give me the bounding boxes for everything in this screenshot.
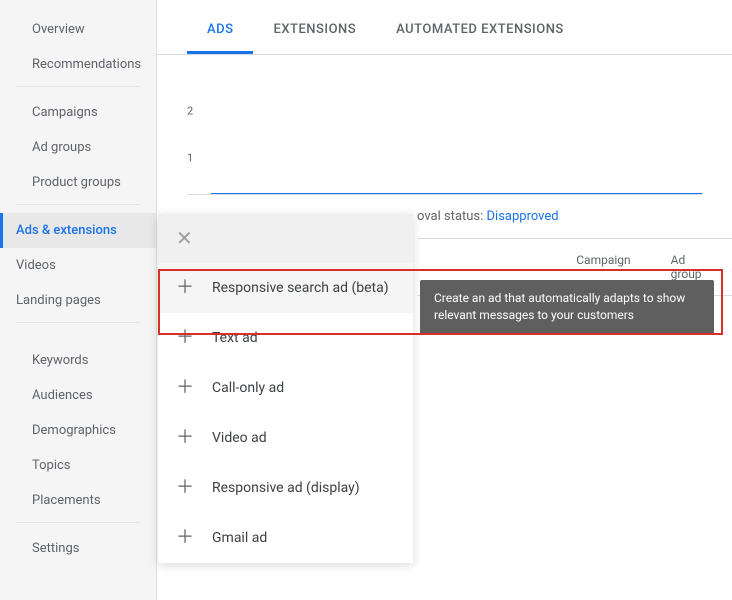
sidebar-item-ads-extensions[interactable]: Ads & extensions xyxy=(0,213,156,248)
sidebar-item-audiences[interactable]: Audiences xyxy=(16,378,140,413)
chart-ytick: 1 xyxy=(187,152,193,165)
sidebar-item-overview[interactable]: Overview xyxy=(16,12,140,47)
close-icon[interactable]: ✕ xyxy=(176,226,193,250)
sidebar-item-ad-groups[interactable]: Ad groups xyxy=(16,130,140,165)
menu-text-ad[interactable]: ＋ Text ad xyxy=(158,313,413,363)
plus-icon: ＋ xyxy=(176,429,194,447)
tabs: ADS EXTENSIONS AUTOMATED EXTENSIONS xyxy=(157,0,732,55)
chart-ytick: 2 xyxy=(187,104,193,117)
menu-item-label: Responsive search ad (beta) xyxy=(212,280,389,296)
menu-call-only-ad[interactable]: ＋ Call-only ad xyxy=(158,363,413,413)
tab-ads[interactable]: ADS xyxy=(187,8,253,54)
sidebar-item-campaigns[interactable]: Campaigns xyxy=(16,95,140,130)
menu-responsive-ad-display[interactable]: ＋ Responsive ad (display) xyxy=(158,463,413,513)
sidebar-item-settings[interactable]: Settings xyxy=(16,531,140,566)
menu-video-ad[interactable]: ＋ Video ad xyxy=(158,413,413,463)
menu-header: ✕ xyxy=(158,214,413,263)
plus-icon: ＋ xyxy=(176,529,194,547)
menu-item-label: Gmail ad xyxy=(212,530,267,546)
plus-icon: ＋ xyxy=(176,279,194,297)
filter-label: oval status: xyxy=(417,209,487,224)
filter-value-link[interactable]: Disapproved xyxy=(487,209,559,224)
sidebar: Overview Recommendations Campaigns Ad gr… xyxy=(0,0,157,600)
tab-extensions[interactable]: EXTENSIONS xyxy=(253,8,376,54)
sidebar-item-product-groups[interactable]: Product groups xyxy=(16,165,140,200)
ad-type-menu: ✕ ＋ Responsive search ad (beta) ＋ Text a… xyxy=(158,214,413,563)
chart-baseline xyxy=(211,193,702,194)
tooltip: Create an ad that automatically adapts t… xyxy=(420,280,714,334)
plus-icon: ＋ xyxy=(176,379,194,397)
menu-item-label: Text ad xyxy=(212,330,258,346)
sidebar-item-topics[interactable]: Topics xyxy=(16,448,140,483)
sidebar-item-keywords[interactable]: Keywords xyxy=(16,343,140,378)
sidebar-item-recommendations[interactable]: Recommendations xyxy=(16,47,140,82)
sidebar-item-demographics[interactable]: Demographics xyxy=(16,413,140,448)
sidebar-item-placements[interactable]: Placements xyxy=(16,483,140,518)
menu-item-label: Video ad xyxy=(212,430,267,446)
menu-item-label: Call-only ad xyxy=(212,380,284,396)
menu-gmail-ad[interactable]: ＋ Gmail ad xyxy=(158,513,413,563)
menu-responsive-search-ad[interactable]: ＋ Responsive search ad (beta) xyxy=(158,263,413,313)
sidebar-item-videos[interactable]: Videos xyxy=(0,248,156,283)
sidebar-item-landing-pages[interactable]: Landing pages xyxy=(0,283,156,318)
tab-automated-extensions[interactable]: AUTOMATED EXTENSIONS xyxy=(376,8,584,54)
chart: 2 1 xyxy=(157,55,732,195)
plus-icon: ＋ xyxy=(176,329,194,347)
menu-item-label: Responsive ad (display) xyxy=(212,480,360,496)
plus-icon: ＋ xyxy=(176,479,194,497)
